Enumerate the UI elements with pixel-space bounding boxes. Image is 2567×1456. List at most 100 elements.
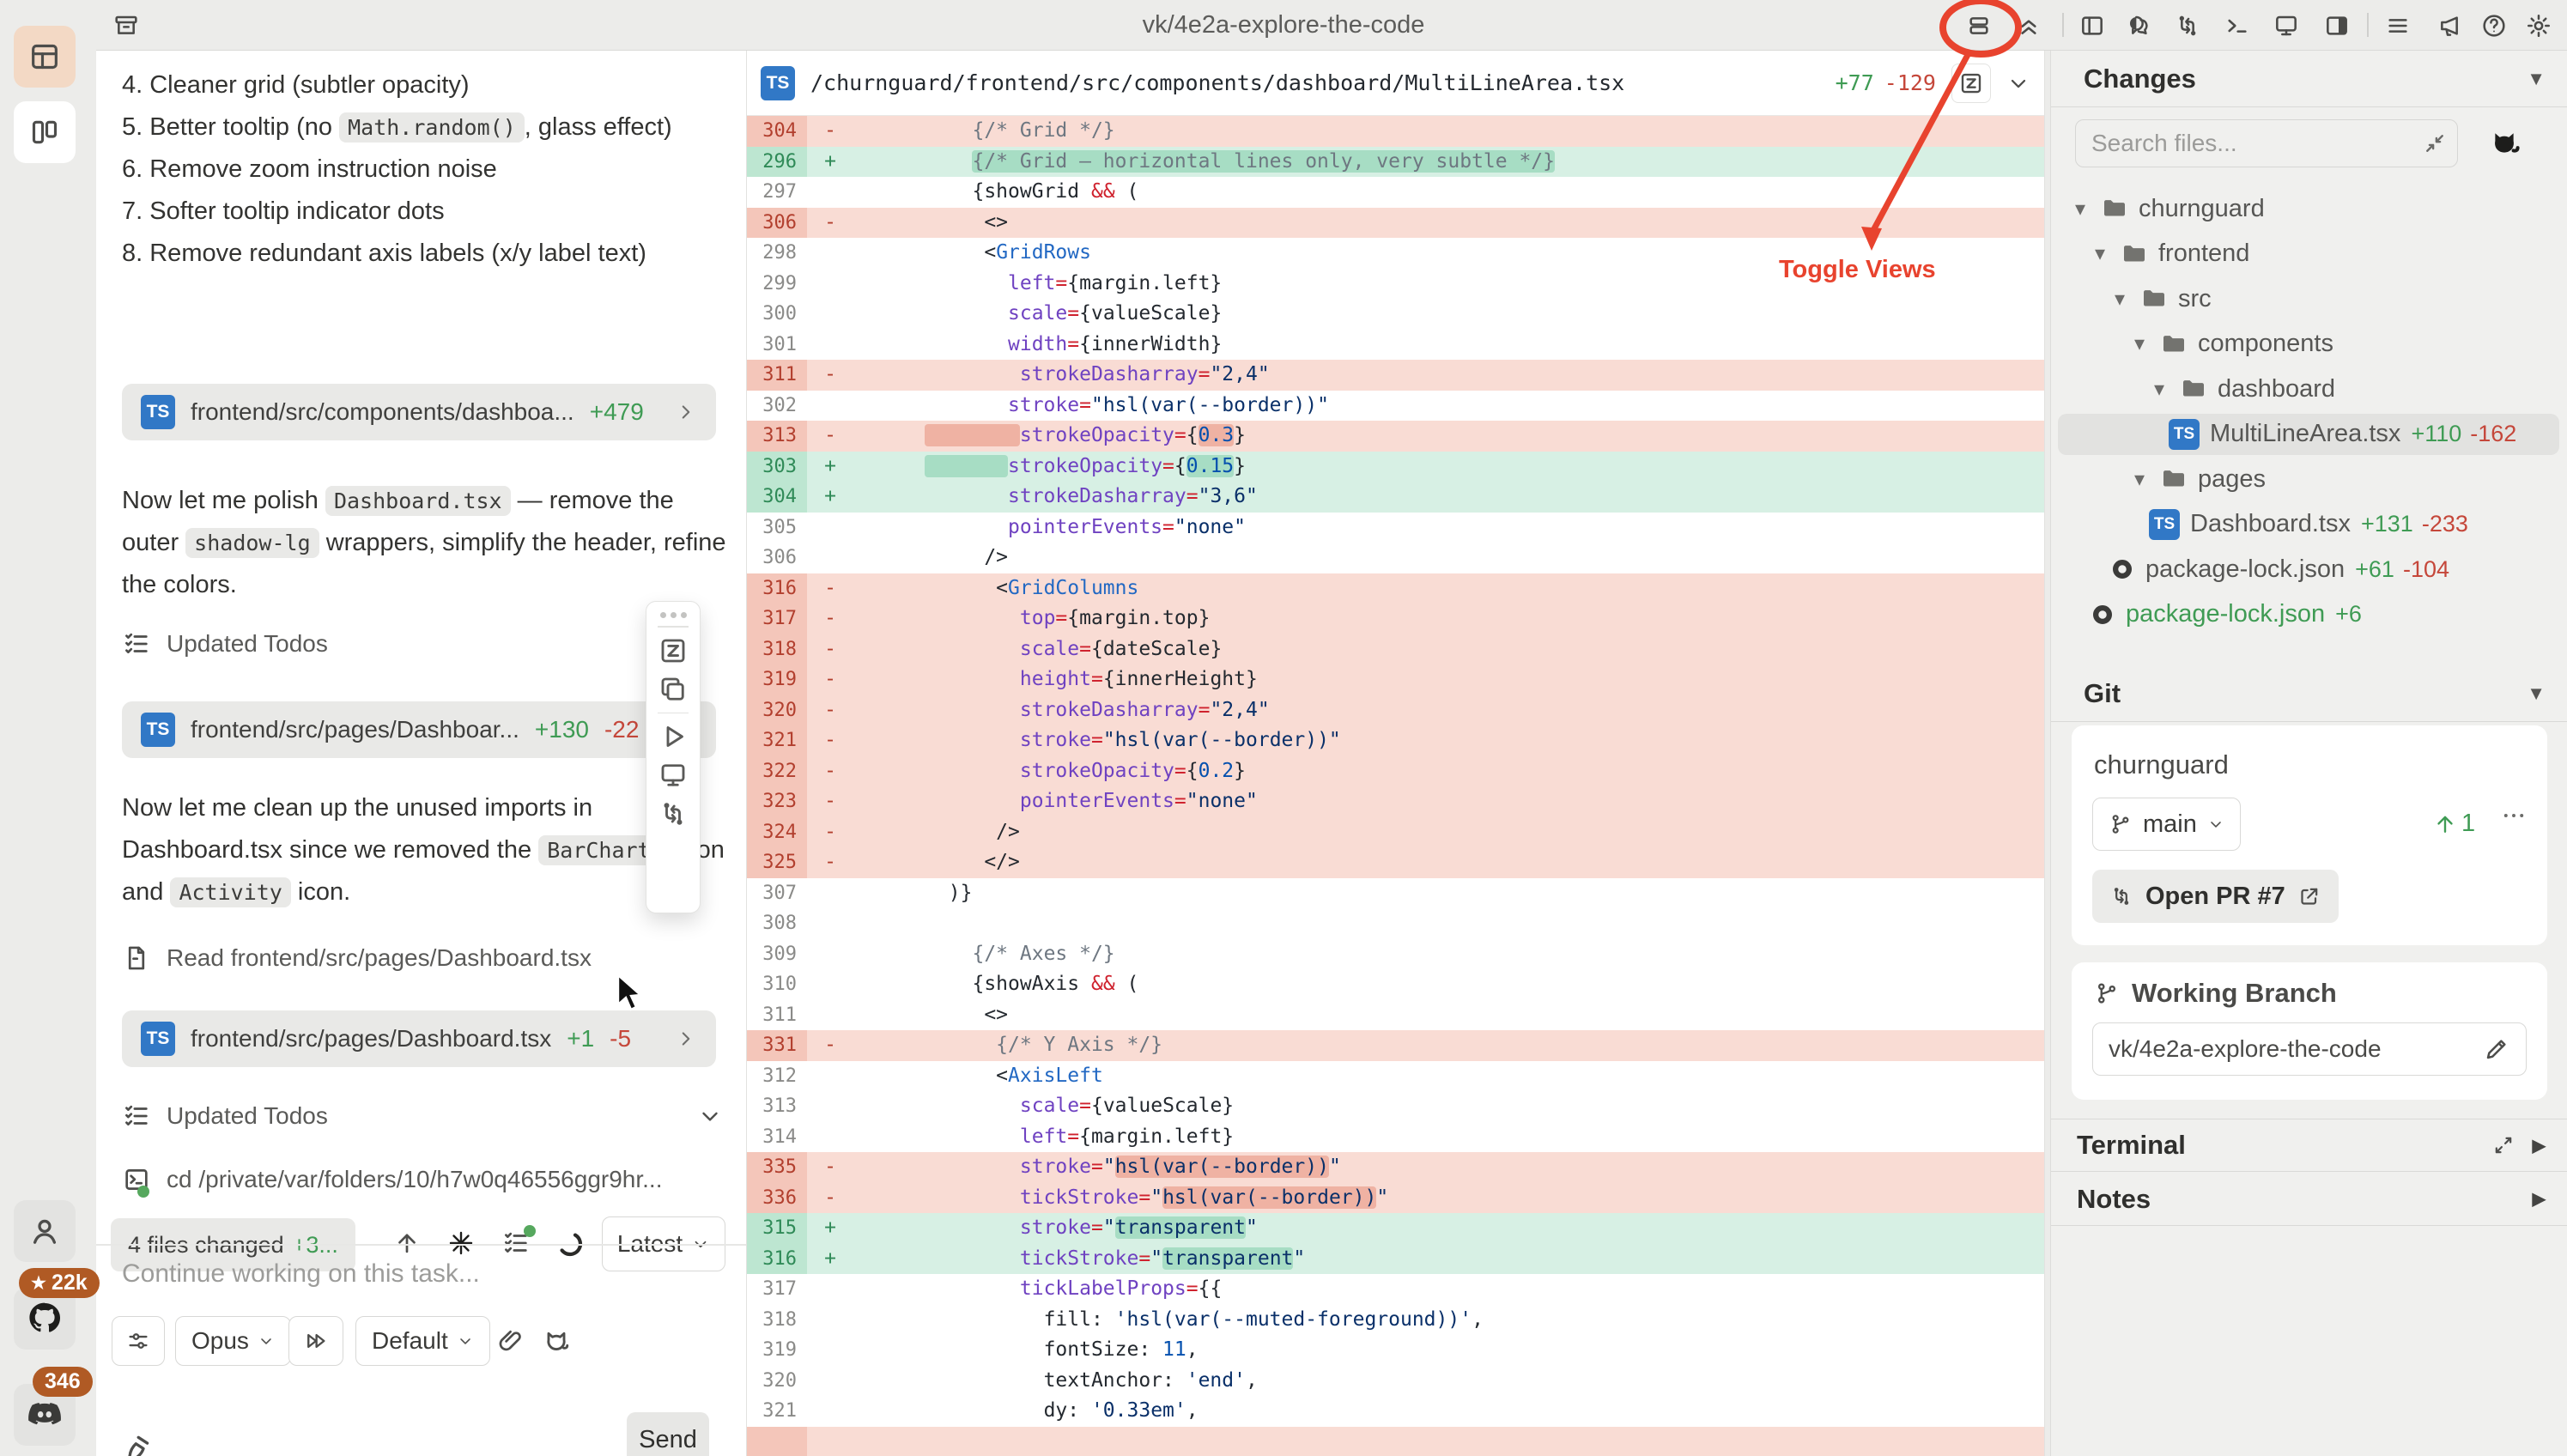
archive-icon[interactable] [108,8,144,44]
diff-row[interactable]: 320- strokeDasharray="2,4" [747,695,2044,726]
diff-row[interactable]: 306- <> [747,208,2044,239]
diff-row[interactable]: 306 /> [747,543,2044,573]
send-button[interactable]: Send [627,1412,709,1456]
file-chip[interactable]: TS frontend/src/pages/Dashboar... +130 -… [122,701,716,758]
git-compare-icon[interactable] [2170,8,2206,44]
tree-item-components[interactable]: ▾components [2051,322,2567,367]
zed-icon[interactable] [658,635,689,666]
diff-row[interactable]: 313- strokeOpacity={0.3} [747,421,2044,452]
diff-row[interactable]: 317- top={margin.top} [747,604,2044,634]
updated-todos-row[interactable]: Updated Todos [122,1101,723,1131]
caret-down-icon[interactable]: ▾ [2149,377,2170,402]
diff-row[interactable]: 319 fontSize: 11, [747,1335,2044,1366]
diff-row[interactable]: 336- tickStroke="hsl(var(--border))" [747,1183,2044,1214]
changes-section-header[interactable]: Changes ▼ [2051,51,2567,107]
play-icon[interactable] [658,721,689,752]
caret-down-icon[interactable]: ▾ [2129,467,2150,492]
broom-icon[interactable] [117,1426,160,1456]
diff-row[interactable]: 301 width={innerWidth} [747,330,2044,361]
diff-row[interactable]: 312 <AxisLeft [747,1061,2044,1092]
diff-row[interactable]: 323- pointerEvents="none" [747,786,2044,817]
diff-row[interactable]: 316+ tickStroke="transparent" [747,1244,2044,1275]
terminal-section-header[interactable]: Terminal ▶ [2051,1119,2567,1172]
chevron-down-icon[interactable] [697,1103,723,1129]
diff-row[interactable]: 315+ stroke="transparent" [747,1213,2044,1244]
diff-row[interactable]: 335- stroke="hsl(var(--border))" [747,1152,2044,1183]
updated-todos-row[interactable]: Updated Todos [122,629,328,658]
monitor-icon[interactable] [2268,8,2304,44]
diff-row[interactable]: 320 textAnchor: 'end', [747,1366,2044,1397]
cat-icon[interactable] [541,1326,572,1357]
panel-right-icon[interactable] [2319,8,2355,44]
tree-item-dashboard[interactable]: ▾dashboard [2051,367,2567,412]
diff-row[interactable]: 331- {/* Y Axis */} [747,1030,2044,1061]
caret-down-icon[interactable]: ▾ [2070,197,2091,221]
git-compare-icon[interactable] [658,798,689,829]
caret-down-icon[interactable]: ▾ [2109,287,2130,312]
tree-item-frontend[interactable]: ▾frontend [2051,232,2567,277]
diff-row[interactable]: 297 {showGrid && ( [747,177,2044,208]
diff-row[interactable]: 310 {showAxis && ( [747,969,2044,1000]
tree-item-src[interactable]: ▾src [2051,276,2567,322]
search-files-input[interactable] [2075,119,2458,167]
drag-handle-icon[interactable] [660,612,687,618]
diff-row[interactable]: 322- strokeOpacity={0.2} [747,756,2044,787]
burst-icon[interactable] [446,1228,476,1258]
caret-down-icon[interactable]: ▾ [2129,331,2150,356]
diff-row[interactable]: 325- </> [747,847,2044,878]
diff-row[interactable]: 317 tickLabelProps={{ [747,1274,2044,1305]
more-options-icon[interactable] [2499,801,2528,830]
expand-icon[interactable] [2491,1133,2515,1157]
chevron-down-icon[interactable] [2006,71,2030,95]
gear-icon[interactable] [2521,8,2557,44]
diff-row[interactable]: 304- {/* Grid */} [747,116,2044,147]
diff-view-button[interactable] [1951,64,1991,103]
help-icon[interactable] [2476,8,2512,44]
diff-row[interactable] [747,1427,2044,1456]
composer-input[interactable]: Continue working on this task... [122,1259,480,1289]
tree-item-package-lock-json[interactable]: package-lock.json+6 [2051,592,2567,638]
columns-tab-button[interactable] [14,101,76,163]
paperclip-icon[interactable] [496,1326,525,1356]
collapse-icon[interactable] [2422,130,2448,156]
monitor-icon[interactable] [658,760,689,791]
diff-row[interactable]: 318 fill: 'hsl(var(--muted-foreground))'… [747,1305,2044,1336]
diff-row[interactable]: 319- height={innerHeight} [747,664,2044,695]
arrow-up-icon[interactable] [392,1228,422,1258]
pencil-icon[interactable] [2483,1035,2510,1063]
caret-down-icon[interactable]: ▾ [2090,241,2110,266]
tree-item-package-lock-json[interactable]: package-lock.json+61-104 [2051,547,2567,592]
diff-row[interactable]: 304+ strokeDasharray="3,6" [747,482,2044,513]
diff-row[interactable]: 303+ strokeOpacity={0.15} [747,452,2044,482]
tree-item-churnguard[interactable]: ▾churnguard [2051,186,2567,232]
tree-item-pages[interactable]: ▾pages [2051,457,2567,502]
chat-bubbles-icon[interactable] [2121,8,2157,44]
diff-row[interactable]: 308 [747,908,2044,939]
diff-row[interactable]: 300 scale={valueScale} [747,299,2044,330]
open-pr-button[interactable]: Open PR #7 [2092,870,2339,923]
diff-row[interactable]: 313 scale={valueScale} [747,1091,2044,1122]
file-chip[interactable]: TS frontend/src/pages/Dashboard.tsx +1 -… [122,1010,716,1067]
diff-row[interactable]: 305 pointerEvents="none" [747,513,2044,543]
diff-row[interactable]: 309 {/* Axes */} [747,939,2044,970]
diff-row[interactable]: 321 dy: '0.33em', [747,1396,2044,1427]
notes-section-header[interactable]: Notes ▶ [2051,1173,2567,1226]
mode-dropdown[interactable]: Default [355,1316,490,1366]
tree-item-dashboard-tsx[interactable]: TSDashboard.tsx+131-233 [2051,502,2567,548]
git-section-header[interactable]: Git ▼ [2051,665,2567,722]
cat-icon[interactable] [2485,124,2523,162]
diff-row[interactable]: 311 <> [747,1000,2044,1031]
diff-row[interactable]: 302 stroke="hsl(var(--border))" [747,391,2044,422]
working-branch-input[interactable]: vk/4e2a-explore-the-code [2092,1022,2527,1076]
layout-tab-button[interactable] [14,26,76,88]
diff-row[interactable]: 296+ {/* Grid – horizontal lines only, v… [747,147,2044,178]
fast-forward-button[interactable] [288,1316,343,1366]
diff-row[interactable]: 321- stroke="hsl(var(--border))" [747,725,2044,756]
ahead-count[interactable]: 1 [2432,810,2475,838]
terminal-prompt-icon[interactable] [2219,8,2255,44]
read-file-row[interactable]: Read frontend/src/pages/Dashboard.tsx [122,943,592,973]
model-dropdown[interactable]: Opus [175,1316,291,1366]
diff-row[interactable]: 311- strokeDasharray="2,4" [747,360,2044,391]
diff-row[interactable]: 314 left={margin.left} [747,1122,2044,1153]
toggle-views-icon[interactable] [1961,8,1997,44]
